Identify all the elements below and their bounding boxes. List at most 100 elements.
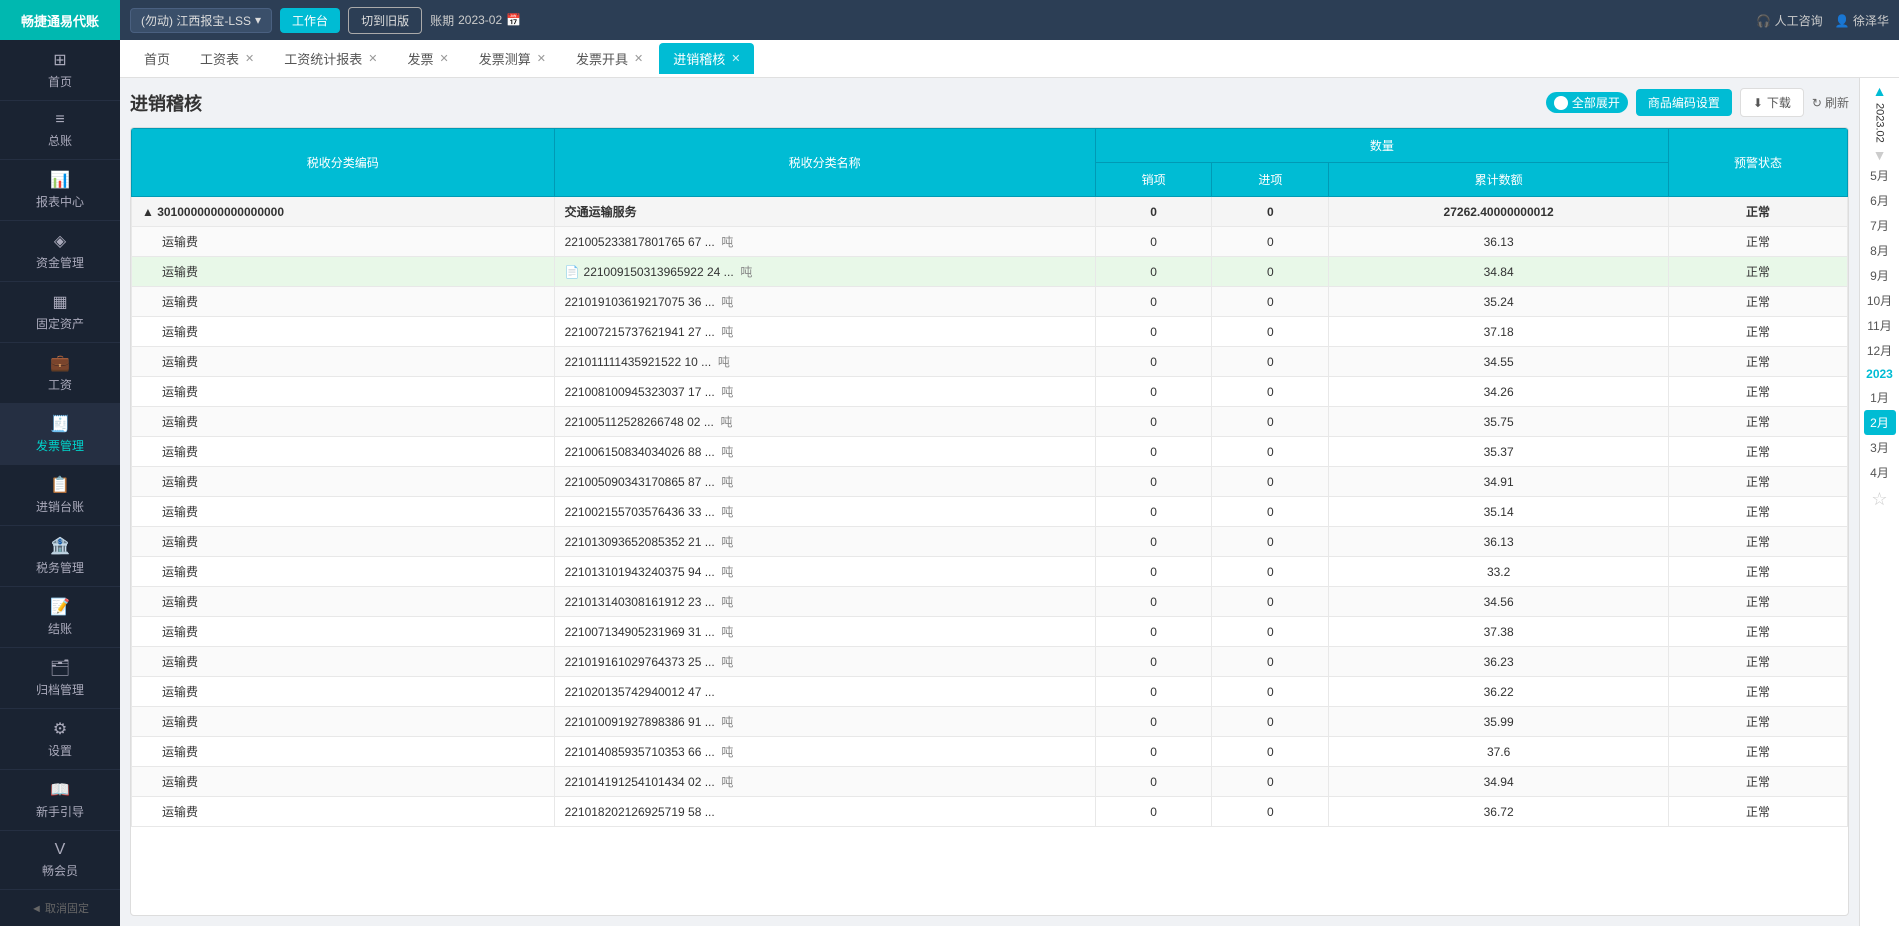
table-row-name: 运输费 bbox=[132, 557, 555, 587]
table-row-cumulative: 36.22 bbox=[1329, 677, 1669, 707]
table-row-sale: 0 bbox=[1095, 347, 1212, 377]
tab-invoice-close[interactable]: ✕ bbox=[440, 52, 449, 65]
tab-salary-close[interactable]: ✕ bbox=[245, 52, 254, 65]
refresh-button[interactable]: ↻ 刷新 bbox=[1812, 94, 1849, 111]
table-row-name: 运输费 bbox=[132, 227, 555, 257]
calendar-month-1[interactable]: 1月 bbox=[1864, 385, 1896, 410]
tab-invoice-calc-close[interactable]: ✕ bbox=[537, 52, 546, 65]
table-row-sale: 0 bbox=[1095, 437, 1212, 467]
calendar-icon[interactable]: 📅 bbox=[506, 13, 521, 27]
table-row-cumulative: 36.72 bbox=[1329, 797, 1669, 827]
sidebar-item-ledger[interactable]: ≡ 总账 bbox=[0, 101, 120, 160]
tab-reconcile-close[interactable]: ✕ bbox=[731, 52, 740, 65]
sidebar-item-invoice-mgmt[interactable]: 🧾 发票管理 bbox=[0, 404, 120, 465]
tab-invoice-open[interactable]: 发票开具 ✕ bbox=[562, 43, 657, 74]
table-row-status: 正常 bbox=[1669, 377, 1848, 407]
table-row-status: 正常 bbox=[1669, 557, 1848, 587]
sidebar-item-tax[interactable]: 🏦 税务管理 bbox=[0, 526, 120, 587]
calendar-down-arrow-1[interactable]: ▼ bbox=[1866, 147, 1894, 163]
table-row-invoice: 221013093652085352 21 ... 吨 bbox=[554, 527, 1095, 557]
tab-invoice-calc[interactable]: 发票测算 ✕ bbox=[465, 43, 560, 74]
table-row-purchase: 0 bbox=[1212, 437, 1329, 467]
tab-reconcile[interactable]: 进销稽核 ✕ bbox=[659, 43, 754, 74]
table-row-name: 运输费 bbox=[132, 497, 555, 527]
tab-salary[interactable]: 工资表 ✕ bbox=[186, 43, 268, 74]
tab-invoice-open-close[interactable]: ✕ bbox=[634, 52, 643, 65]
table-row-invoice: 221013140308161912 23 ... 吨 bbox=[554, 587, 1095, 617]
sidebar-item-member[interactable]: V 畅会员 bbox=[0, 831, 120, 890]
table-row-cumulative: 34.56 bbox=[1329, 587, 1669, 617]
tab-salary-stat-close[interactable]: ✕ bbox=[368, 52, 377, 65]
table-row-status: 正常 bbox=[1669, 767, 1848, 797]
sidebar-item-reports[interactable]: 📊 报表中心 bbox=[0, 160, 120, 221]
table-row-status: 正常 bbox=[1669, 287, 1848, 317]
table-row-sale: 0 bbox=[1095, 677, 1212, 707]
table-row-status: 正常 bbox=[1669, 797, 1848, 827]
sidebar-item-purchase-ledger[interactable]: 📋 进销台账 bbox=[0, 465, 120, 526]
sidebar-item-archive[interactable]: 🗂 归档管理 bbox=[0, 648, 120, 709]
table-row-name: 运输费 bbox=[132, 377, 555, 407]
sidebar-item-settle[interactable]: 📝 结账 bbox=[0, 587, 120, 648]
tab-bar: 首页 工资表 ✕ 工资统计报表 ✕ 发票 ✕ 发票测算 ✕ 发票开具 ✕ 进销稽… bbox=[120, 40, 1899, 78]
table-row-sale: 0 bbox=[1095, 227, 1212, 257]
calendar-month-9[interactable]: 9月 bbox=[1864, 263, 1896, 288]
tab-salary-stat[interactable]: 工资统计报表 ✕ bbox=[270, 43, 391, 74]
calendar-month-5[interactable]: 5月 bbox=[1864, 163, 1896, 188]
table-row-cumulative: 35.75 bbox=[1329, 407, 1669, 437]
sidebar-item-salary[interactable]: 💼 工资 bbox=[0, 343, 120, 404]
calendar-month-4[interactable]: 4月 bbox=[1864, 460, 1896, 485]
table-row-sale: 0 bbox=[1095, 707, 1212, 737]
ledger-icon: ≡ bbox=[55, 111, 64, 129]
calendar-month-11[interactable]: 11月 bbox=[1864, 313, 1896, 338]
table-row-name: 运输费 bbox=[132, 437, 555, 467]
switch-version-button[interactable]: 切到旧版 bbox=[348, 7, 422, 34]
sidebar-item-capital[interactable]: ◈ 资金管理 bbox=[0, 221, 120, 282]
reconcile-page: 进销稽核 全部展开 商品编码设置 ⬇ 下载 ↻ 刷新 bbox=[120, 78, 1859, 926]
table-row-purchase: 0 bbox=[1212, 227, 1329, 257]
table-row-name: 交通运输服务 bbox=[554, 197, 1095, 227]
page-header: 进销稽核 全部展开 商品编码设置 ⬇ 下载 ↻ 刷新 bbox=[130, 88, 1849, 117]
table-row-status: 正常 bbox=[1669, 467, 1848, 497]
refresh-icon: ↻ bbox=[1812, 96, 1822, 110]
calendar-month-12[interactable]: 12月 bbox=[1864, 338, 1896, 363]
table-row-invoice: 221006150834034026 88 ... 吨 bbox=[554, 437, 1095, 467]
workspace-button[interactable]: 工作台 bbox=[280, 8, 340, 33]
calendar-month-6[interactable]: 6月 bbox=[1864, 188, 1896, 213]
app-logo: 畅捷通易代账 bbox=[0, 0, 120, 40]
product-code-settings-button[interactable]: 商品编码设置 bbox=[1636, 89, 1732, 116]
download-button[interactable]: ⬇ 下载 bbox=[1740, 88, 1804, 117]
table-row-name: 运输费 bbox=[132, 467, 555, 497]
table-row-name: 运输费 bbox=[132, 707, 555, 737]
calendar-month-8[interactable]: 8月 bbox=[1864, 238, 1896, 263]
calendar-up-arrow[interactable]: ▲ bbox=[1866, 83, 1894, 99]
table-row-name: 运输费 bbox=[132, 797, 555, 827]
table-row-status: 正常 bbox=[1669, 197, 1848, 227]
support-button[interactable]: 🎧 人工咨询 bbox=[1756, 12, 1822, 29]
table-row-status: 正常 bbox=[1669, 617, 1848, 647]
unpin-button[interactable]: ◄ 取消固定 bbox=[0, 890, 120, 926]
table-row-purchase: 0 bbox=[1212, 617, 1329, 647]
sidebar-item-home[interactable]: ⊞ 首页 bbox=[0, 40, 120, 101]
page-title: 进销稽核 bbox=[130, 90, 202, 116]
table-row-invoice: 221011111435921522 10 ... 吨 bbox=[554, 347, 1095, 377]
calendar-month-7[interactable]: 7月 bbox=[1864, 213, 1896, 238]
table-row-sale: 0 bbox=[1095, 317, 1212, 347]
table-row-name: 运输费 bbox=[132, 317, 555, 347]
table-row-sale: 0 bbox=[1095, 257, 1212, 287]
download-icon: ⬇ bbox=[1753, 96, 1763, 110]
calendar-month-10[interactable]: 10月 bbox=[1864, 288, 1896, 313]
user-menu[interactable]: 👤 徐泽华 bbox=[1835, 12, 1889, 29]
calendar-month-2-active[interactable]: 2月 bbox=[1864, 410, 1896, 435]
tab-home[interactable]: 首页 bbox=[130, 43, 184, 74]
col-cumulative: 累计数额 bbox=[1329, 163, 1669, 197]
calendar-month-3[interactable]: 3月 bbox=[1864, 435, 1896, 460]
content-area: 进销稽核 全部展开 商品编码设置 ⬇ 下载 ↻ 刷新 bbox=[120, 78, 1899, 926]
expand-all-toggle[interactable]: 全部展开 bbox=[1546, 92, 1628, 113]
sidebar-item-assets[interactable]: ▦ 固定资产 bbox=[0, 282, 120, 343]
sidebar-item-guide[interactable]: 📖 新手引导 bbox=[0, 770, 120, 831]
company-selector[interactable]: (勿动) 江西报宝-LSS ▾ bbox=[130, 8, 272, 33]
sidebar-item-settings[interactable]: ⚙ 设置 bbox=[0, 709, 120, 770]
table-row-cumulative: 36.13 bbox=[1329, 527, 1669, 557]
tab-invoice[interactable]: 发票 ✕ bbox=[393, 43, 462, 74]
table-row-purchase: 0 bbox=[1212, 797, 1329, 827]
